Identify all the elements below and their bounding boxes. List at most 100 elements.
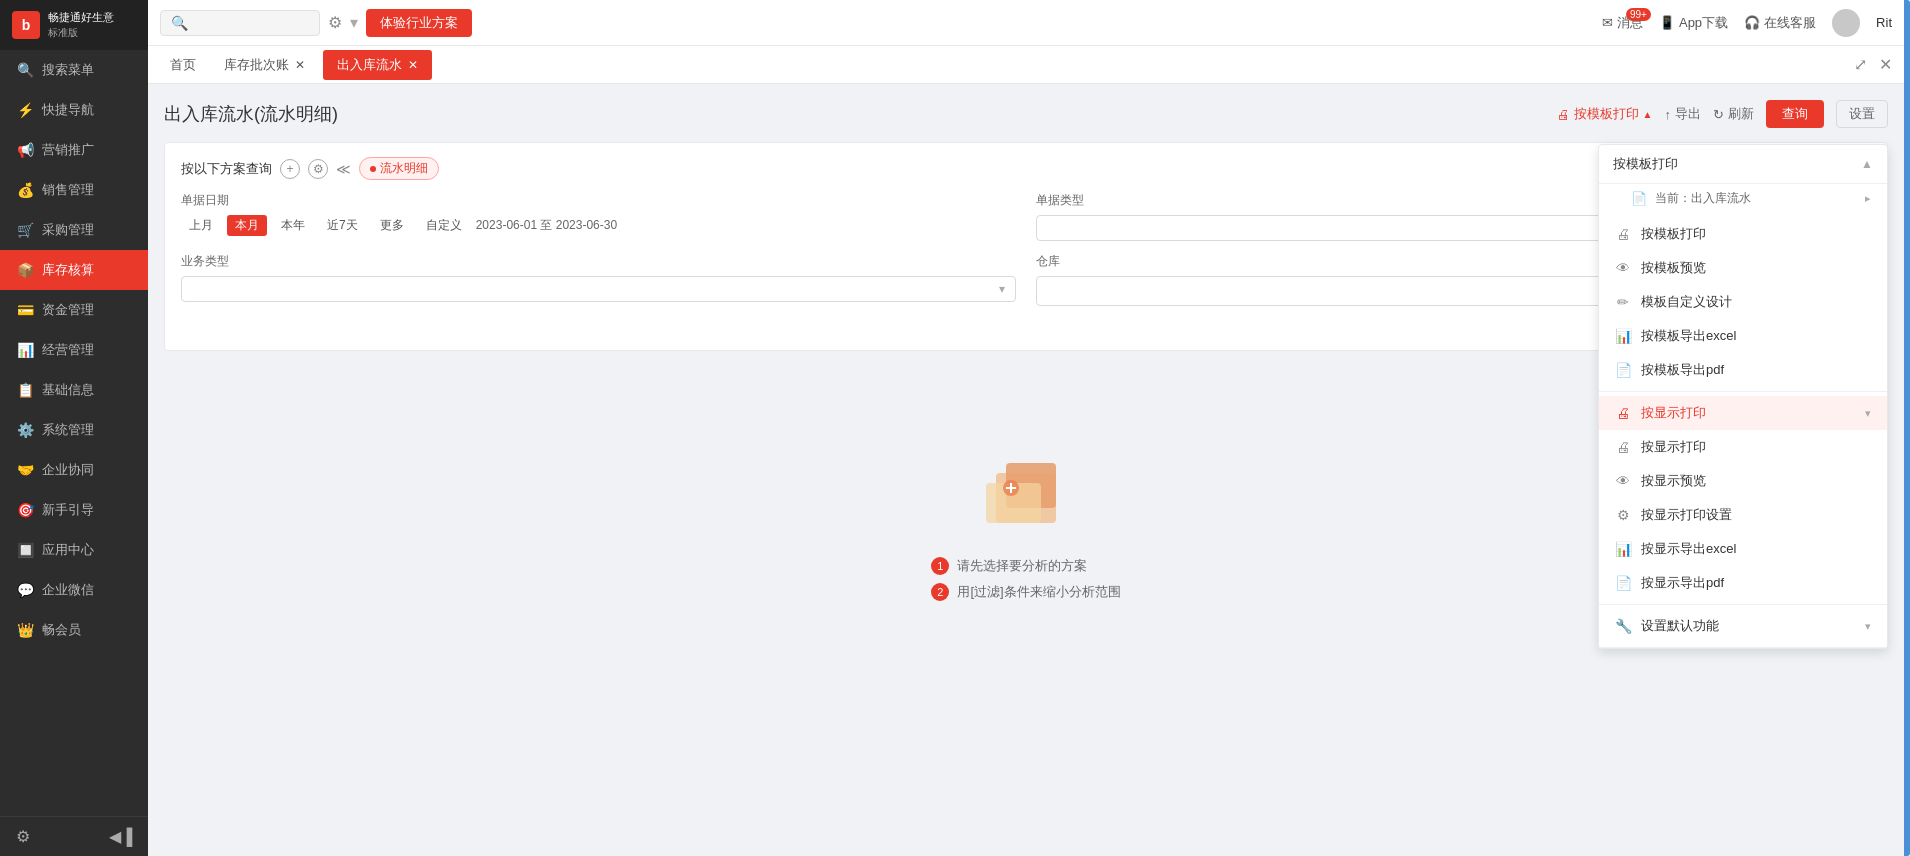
tab-close-icon[interactable]: ✕ xyxy=(408,58,418,72)
sidebar-item-label: 新手引导 xyxy=(42,501,94,519)
filter-tag[interactable]: 流水明细 xyxy=(359,157,439,180)
tag-dot xyxy=(370,166,376,172)
sidebar-item-search[interactable]: 🔍 搜索菜单 xyxy=(0,50,148,90)
tab-batch[interactable]: 库存批次账 ✕ xyxy=(210,50,319,80)
item-label: 按模板预览 xyxy=(1641,259,1706,277)
date-7days-btn[interactable]: 近7天 xyxy=(319,215,366,236)
gear-icon[interactable]: ⚙ xyxy=(328,13,342,32)
export-btn[interactable]: ↑ 导出 xyxy=(1665,105,1702,123)
avatar[interactable] xyxy=(1832,9,1860,37)
filter-add-btn[interactable]: + xyxy=(280,159,300,179)
refresh-btn[interactable]: ↻ 刷新 xyxy=(1713,105,1754,123)
query-label: 查询 xyxy=(1782,105,1808,123)
display-preview-item[interactable]: 👁 按显示预览 xyxy=(1599,464,1887,498)
sidebar-item-label: 经营管理 xyxy=(42,341,94,359)
sidebar-item-marketing[interactable]: 📢 营销推广 xyxy=(0,130,148,170)
purchase-icon: 🛒 xyxy=(16,221,34,239)
settings-icon[interactable]: ⚙ xyxy=(16,827,30,846)
search-box[interactable]: 🔍 xyxy=(160,10,320,36)
sidebar-item-quicknav[interactable]: ⚡ 快捷导航 xyxy=(0,90,148,130)
date-custom-btn[interactable]: 自定义 xyxy=(418,215,470,236)
chevron-down-icon: ▾ xyxy=(999,282,1005,296)
pdf-icon: 📄 xyxy=(1615,362,1631,378)
date-year-btn[interactable]: 本年 xyxy=(273,215,313,236)
template-excel-item[interactable]: 📊 按模板导出excel xyxy=(1599,319,1887,353)
empty-step-1: 1 请先选择要分析的方案 xyxy=(931,553,1120,579)
settings-btn[interactable]: 设置 xyxy=(1836,100,1888,128)
sidebar-item-label: 搜索菜单 xyxy=(42,61,94,79)
collab-icon: 🤝 xyxy=(16,461,34,479)
chevron-up-icon[interactable]: ▲ xyxy=(1861,157,1873,171)
biz-type-select[interactable]: ▾ xyxy=(181,276,1016,302)
sidebar-item-label: 畅会员 xyxy=(42,621,81,639)
filter-collapse-icon[interactable]: ≪ xyxy=(336,161,351,177)
message-icon: ✉ xyxy=(1602,15,1613,30)
wechat-icon: 💬 xyxy=(16,581,34,599)
sidebar-item-inventory[interactable]: 📦 库存核算 xyxy=(0,250,148,290)
display-print-item[interactable]: 🖨 按显示打印 xyxy=(1599,430,1887,464)
sidebar-item-member[interactable]: 👑 畅会员 xyxy=(0,610,148,650)
print-icon: 🖨 xyxy=(1615,226,1631,242)
item-label: 按模板打印 xyxy=(1641,225,1706,243)
sidebar-item-wechat[interactable]: 💬 企业微信 xyxy=(0,570,148,610)
template-preview-item[interactable]: 👁 按模板预览 xyxy=(1599,251,1887,285)
filter-setting-btn[interactable]: ⚙ xyxy=(308,159,328,179)
display-print-group-item[interactable]: 🖨 按显示打印 ▾ xyxy=(1599,396,1887,430)
collapse-icon[interactable]: ◀▐ xyxy=(109,827,132,846)
basic-icon: 📋 xyxy=(16,381,34,399)
sidebar-item-finance[interactable]: 💳 资金管理 xyxy=(0,290,148,330)
step-2-text: 用[过滤]条件来缩小分析范围 xyxy=(957,579,1120,605)
export-icon: ↑ xyxy=(1665,107,1672,122)
template-custom-item[interactable]: ✏ 模板自定义设计 xyxy=(1599,285,1887,319)
display-settings-item[interactable]: ⚙ 按显示打印设置 xyxy=(1599,498,1887,532)
close-tab-icon[interactable]: ✕ xyxy=(1879,55,1892,74)
page-title: 出入库流水(流水明细) xyxy=(164,102,338,126)
sidebar-item-sales[interactable]: 💰 销售管理 xyxy=(0,170,148,210)
topbar: 🔍 ⚙ ▾ 体验行业方案 ✉ 消息 99+ 📱 App下载 🎧 在线客服 Rit xyxy=(148,0,1904,46)
sidebar-item-operation[interactable]: 📊 经营管理 xyxy=(0,330,148,370)
query-btn[interactable]: 查询 xyxy=(1766,100,1824,128)
chevron-right-icon: ▸ xyxy=(1865,192,1871,205)
date-prev-month-btn[interactable]: 上月 xyxy=(181,215,221,236)
date-cur-month-btn[interactable]: 本月 xyxy=(227,215,267,236)
empty-step-2: 2 用[过滤]条件来缩小分析范围 xyxy=(931,579,1120,605)
sidebar-item-purchase[interactable]: 🛒 采购管理 xyxy=(0,210,148,250)
print-btn[interactable]: 🖨 按模板打印 ▲ xyxy=(1557,105,1653,123)
sidebar-item-guide[interactable]: 🎯 新手引导 xyxy=(0,490,148,530)
print-icon: 🖨 xyxy=(1615,439,1631,455)
tag-label: 流水明细 xyxy=(380,160,428,177)
sidebar-nav: 🔍 搜索菜单 ⚡ 快捷导航 📢 营销推广 💰 销售管理 🛒 采购管理 📦 库存核… xyxy=(0,50,148,816)
maximize-icon[interactable]: ⤢ xyxy=(1854,55,1867,74)
sidebar-item-basic[interactable]: 📋 基础信息 xyxy=(0,370,148,410)
sidebar-item-appcenter[interactable]: 🔲 应用中心 xyxy=(0,530,148,570)
tab-close-icon[interactable]: ✕ xyxy=(295,58,305,72)
display-excel-item[interactable]: 📊 按显示导出excel xyxy=(1599,532,1887,566)
current-label-text: 当前：出入库流水 xyxy=(1655,190,1751,207)
template-print-item[interactable]: 🖨 按模板打印 xyxy=(1599,217,1887,251)
message-btn[interactable]: ✉ 消息 99+ xyxy=(1602,14,1643,32)
sidebar: b 畅捷通好生意 标准版 🔍 搜索菜单 ⚡ 快捷导航 📢 营销推广 💰 销售管理… xyxy=(0,0,148,856)
dropdown-header: 按模板打印 ▲ xyxy=(1599,145,1887,184)
trial-btn[interactable]: 体验行业方案 xyxy=(366,9,472,37)
username[interactable]: Rit xyxy=(1876,15,1892,30)
tab-flow[interactable]: 出入库流水 ✕ xyxy=(323,50,432,80)
date-more-btn[interactable]: 更多 xyxy=(372,215,412,236)
item-label: 按显示打印 xyxy=(1641,404,1706,422)
service-btn[interactable]: 🎧 在线客服 xyxy=(1744,14,1816,32)
search-input[interactable] xyxy=(192,16,302,30)
sidebar-item-system[interactable]: ⚙️ 系统管理 xyxy=(0,410,148,450)
chevron-down-icon[interactable]: ▾ xyxy=(350,13,358,32)
item-label: 设置默认功能 xyxy=(1641,617,1719,635)
sidebar-item-collab[interactable]: 🤝 企业协同 xyxy=(0,450,148,490)
biz-type-label: 业务类型 xyxy=(181,253,1016,270)
inventory-icon: 📦 xyxy=(16,261,34,279)
sidebar-item-label: 快捷导航 xyxy=(42,101,94,119)
sidebar-item-label: 采购管理 xyxy=(42,221,94,239)
display-pdf-item[interactable]: 📄 按显示导出pdf xyxy=(1599,566,1887,600)
template-pdf-item[interactable]: 📄 按模板导出pdf xyxy=(1599,353,1887,387)
eye-icon: 👁 xyxy=(1615,260,1631,276)
tab-label: 库存批次账 xyxy=(224,56,289,74)
tab-home[interactable]: 首页 xyxy=(160,50,206,80)
set-default-item[interactable]: 🔧 设置默认功能 ▾ xyxy=(1599,609,1887,643)
app-download-btn[interactable]: 📱 App下载 xyxy=(1659,14,1728,32)
